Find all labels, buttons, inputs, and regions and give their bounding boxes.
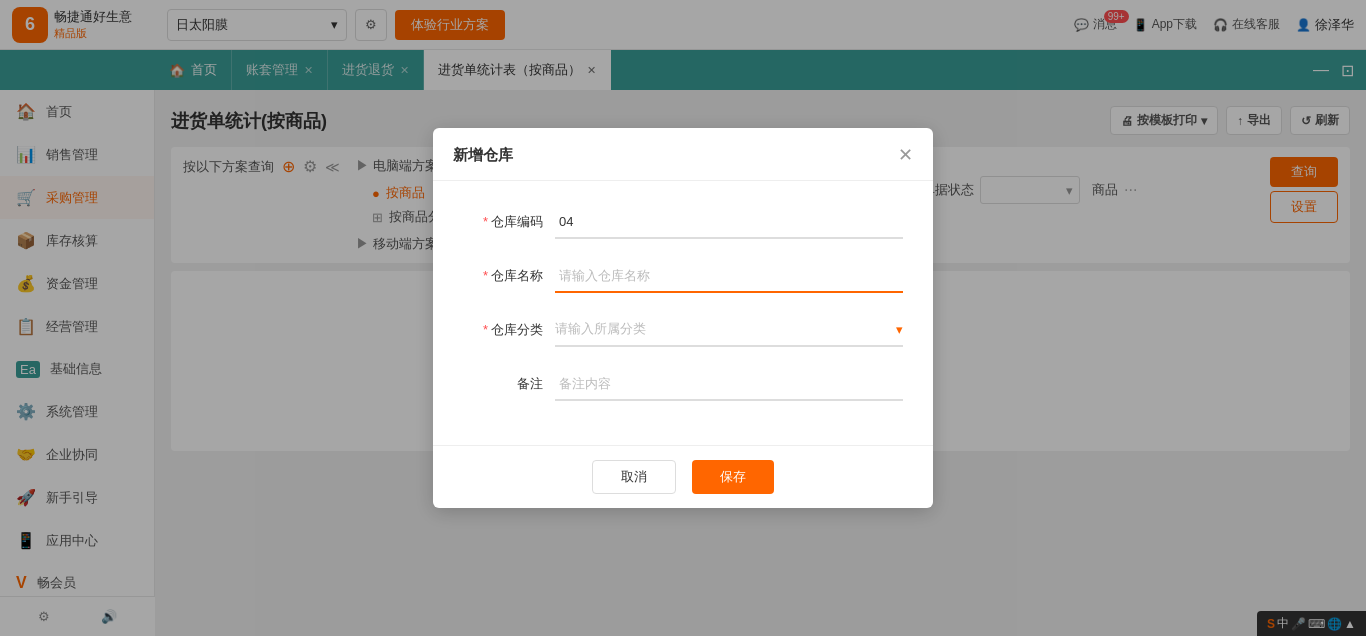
- note-input[interactable]: [555, 367, 903, 401]
- modal-title: 新增仓库: [453, 146, 513, 165]
- code-row: 仓库编码: [463, 205, 903, 239]
- cancel-button[interactable]: 取消: [592, 460, 676, 494]
- modal-footer: 取消 保存: [433, 445, 933, 508]
- modal-body: 仓库编码 仓库名称 仓库分类 请输入所属分类 ▾ 备注: [433, 181, 933, 445]
- save-button[interactable]: 保存: [692, 460, 774, 494]
- modal-header: 新增仓库 ✕: [433, 128, 933, 181]
- category-select[interactable]: 请输入所属分类 ▾: [555, 313, 903, 347]
- note-row: 备注: [463, 367, 903, 401]
- code-input[interactable]: [555, 205, 903, 239]
- note-label: 备注: [463, 375, 543, 393]
- new-warehouse-modal: 新增仓库 ✕ 仓库编码 仓库名称 仓库分类 请输入所属分类 ▾: [433, 128, 933, 508]
- name-label: 仓库名称: [463, 267, 543, 285]
- name-input[interactable]: [555, 259, 903, 293]
- category-label: 仓库分类: [463, 321, 543, 339]
- category-arrow-icon: ▾: [896, 322, 903, 337]
- modal-close-button[interactable]: ✕: [898, 144, 913, 166]
- category-row: 仓库分类 请输入所属分类 ▾: [463, 313, 903, 347]
- category-placeholder: 请输入所属分类: [555, 320, 646, 338]
- code-label: 仓库编码: [463, 213, 543, 231]
- modal-overlay[interactable]: 新增仓库 ✕ 仓库编码 仓库名称 仓库分类 请输入所属分类 ▾: [0, 0, 1366, 636]
- name-row: 仓库名称: [463, 259, 903, 293]
